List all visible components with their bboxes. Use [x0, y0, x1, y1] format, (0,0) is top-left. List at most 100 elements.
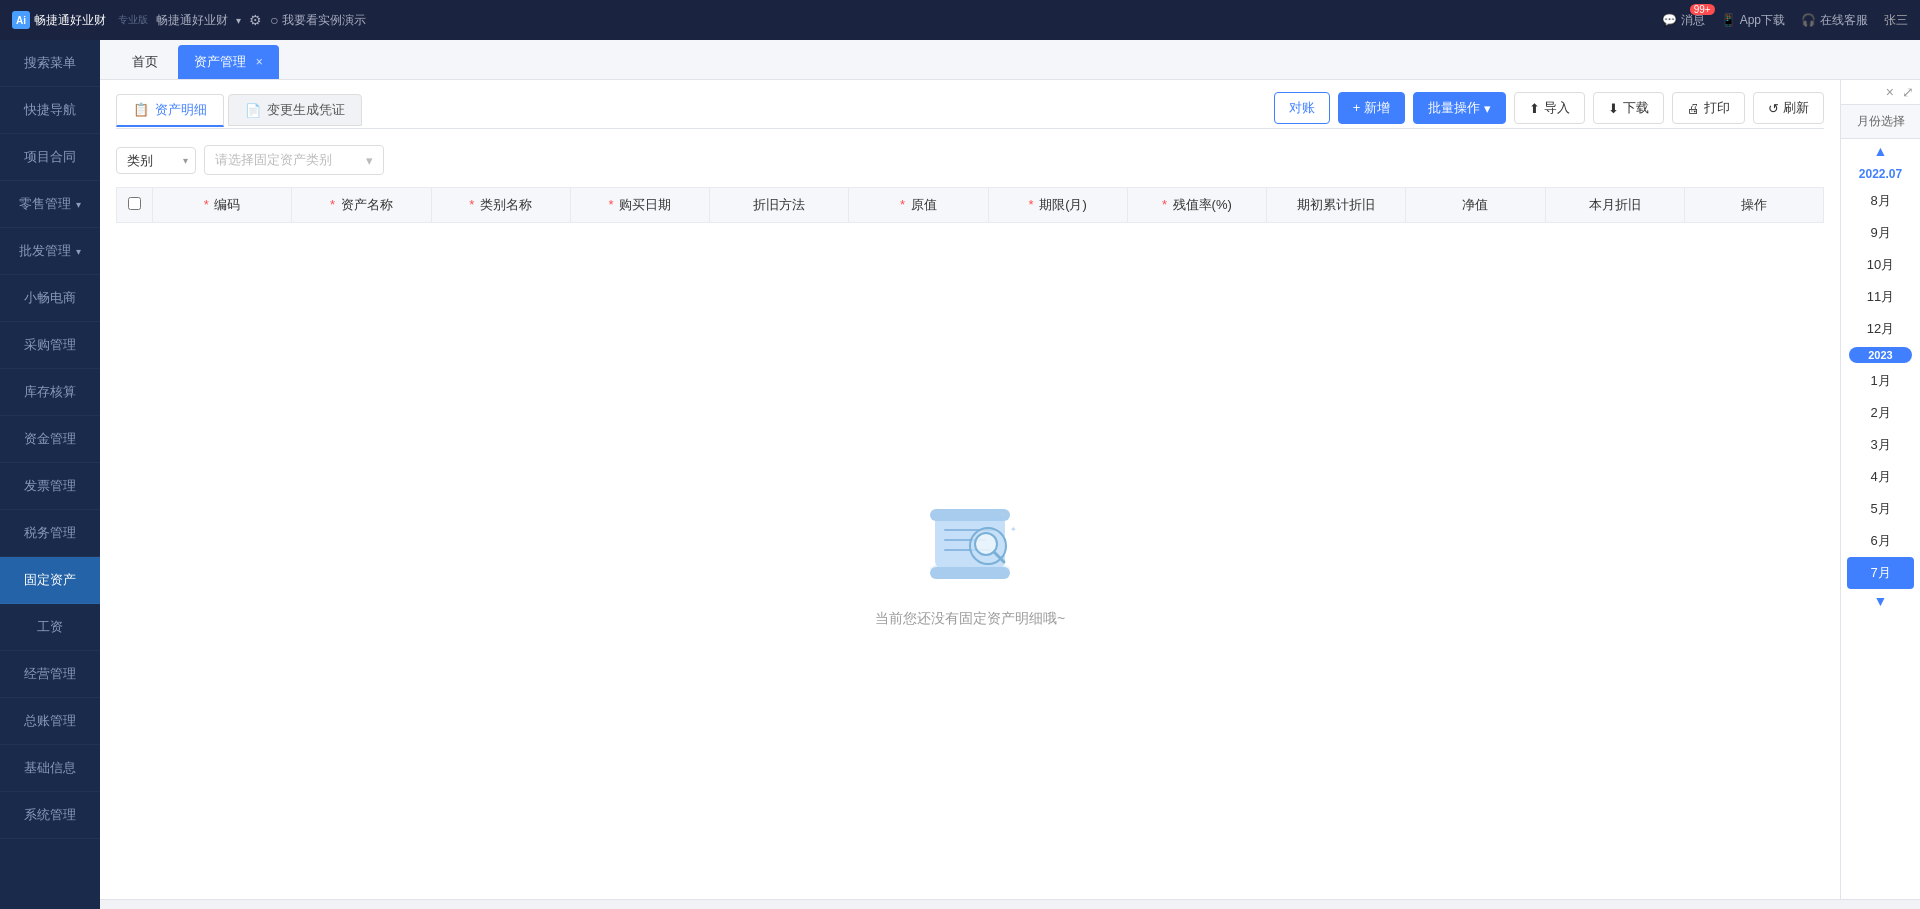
wholesale-arrow-icon: ▾ [76, 246, 81, 257]
month-item-6[interactable]: 6月 [1841, 525, 1920, 557]
top-bar: Ai 畅捷通好业财 专业版 畅捷通好业财 ▾ ⚙ ○ 我要看实例演示 💬 消息 … [0, 0, 1920, 40]
month-item-12[interactable]: 12月 [1841, 313, 1920, 345]
print-button[interactable]: 🖨 打印 [1672, 92, 1745, 124]
reconcile-button[interactable]: 对账 [1274, 92, 1330, 124]
table-scroll-wrap: * 编码 * 资产名称 * 类别名称 [116, 187, 1824, 223]
svg-rect-3 [930, 567, 1010, 579]
download-icon: ⬇ [1608, 101, 1619, 116]
sidebar-item-system[interactable]: 系统管理 [0, 792, 100, 839]
sidebar-item-tax[interactable]: 税务管理 [0, 510, 100, 557]
month-item-9[interactable]: 9月 [1841, 217, 1920, 249]
sidebar-item-quick-nav[interactable]: 快捷导航 [0, 87, 100, 134]
empty-message: 当前您还没有固定资产明细哦~ [875, 610, 1065, 628]
company-dropdown[interactable]: ▾ [236, 15, 241, 26]
demo-link[interactable]: ○ 我要看实例演示 [270, 12, 366, 29]
import-button[interactable]: ⬆ 导入 [1514, 92, 1585, 124]
select-all-checkbox[interactable] [128, 197, 141, 210]
category-input[interactable]: 请选择固定资产类别 ▾ [204, 145, 384, 175]
col-operation: 操作 [1684, 188, 1823, 223]
month-year-2023: 2023 [1849, 347, 1912, 363]
month-item-5[interactable]: 5月 [1841, 493, 1920, 525]
month-item-7[interactable]: 7月 [1847, 557, 1914, 589]
tab-close-icon[interactable]: × [256, 55, 263, 69]
sidebar-item-retail[interactable]: 零售管理 ▾ [0, 181, 100, 228]
tab-asset-management[interactable]: 资产管理 × [178, 45, 279, 79]
message-badge: 99+ [1690, 4, 1715, 15]
month-panel-close-icon[interactable]: × [1886, 84, 1894, 100]
month-year-label: 2022.07 [1841, 163, 1920, 185]
svg-text:✦: ✦ [998, 508, 1008, 522]
sub-tab-change-voucher[interactable]: 📄 变更生成凭证 [228, 94, 362, 126]
download-button[interactable]: ⬇ 下载 [1593, 92, 1664, 124]
print-icon: 🖨 [1687, 101, 1700, 116]
tab-home[interactable]: 首页 [116, 45, 174, 79]
month-item-2[interactable]: 2月 [1841, 397, 1920, 429]
month-panel-title: 月份选择 [1841, 105, 1920, 139]
retail-arrow-icon: ▾ [76, 199, 81, 210]
sidebar-item-invoice[interactable]: 发票管理 [0, 463, 100, 510]
message-btn[interactable]: 💬 消息 99+ [1662, 12, 1705, 29]
message-icon: 💬 [1662, 13, 1677, 27]
category-select[interactable]: 类别 [116, 147, 196, 174]
sidebar-item-search[interactable]: 搜索菜单 [0, 40, 100, 87]
mobile-icon: 📱 [1721, 13, 1736, 27]
month-item-3[interactable]: 3月 [1841, 429, 1920, 461]
bottom-scrollbar[interactable] [100, 899, 1920, 909]
month-panel-expand-icon[interactable]: ⤢ [1902, 84, 1914, 100]
toolbar: 对账 + 新增 批量操作 ▾ ⬆ 导入 [1274, 92, 1824, 124]
refresh-button[interactable]: ↺ 刷新 [1753, 92, 1824, 124]
content-area: 首页 资产管理 × 📋 资产明细 📄 变更生成凭证 [100, 40, 1920, 909]
sidebar-item-operations[interactable]: 经营管理 [0, 651, 100, 698]
main-layout: 搜索菜单 快捷导航 项目合同 零售管理 ▾ 批发管理 ▾ 小畅电商 采购管理 库… [0, 40, 1920, 909]
empty-illustration: ✦ ✦ [910, 494, 1030, 594]
settings-icon[interactable]: ⚙ [249, 12, 262, 28]
doc-icon: 📄 [245, 103, 261, 118]
sidebar-item-inventory[interactable]: 库存核算 [0, 369, 100, 416]
month-item-1[interactable]: 1月 [1841, 365, 1920, 397]
sub-tab-asset-detail[interactable]: 📋 资产明细 [116, 94, 224, 127]
col-monthly-depreciation: 本月折旧 [1545, 188, 1684, 223]
month-item-8[interactable]: 8月 [1841, 185, 1920, 217]
app-version: 专业版 [118, 14, 148, 26]
col-net-value: 净值 [1406, 188, 1545, 223]
month-item-4[interactable]: 4月 [1841, 461, 1920, 493]
app-name: 畅捷通好业财 [34, 12, 106, 29]
sidebar-item-purchase[interactable]: 采购管理 [0, 322, 100, 369]
month-nav-down[interactable]: ▼ [1841, 589, 1920, 613]
sidebar-item-fixed-assets[interactable]: 固定资产 [0, 557, 100, 604]
col-depreciation: 折旧方法 [710, 188, 849, 223]
batch-arrow-icon: ▾ [1484, 101, 1491, 116]
empty-state: ✦ ✦ 当前您还没有固定资产明细哦~ [116, 235, 1824, 887]
sidebar-item-ledger[interactable]: 总账管理 [0, 698, 100, 745]
user-info: 张三 [1884, 12, 1908, 29]
col-code: * 编码 [153, 188, 292, 223]
import-icon: ⬆ [1529, 101, 1540, 116]
svg-text:✦: ✦ [1010, 525, 1017, 534]
refresh-icon: ↺ [1768, 101, 1779, 116]
month-down-arrow-icon: ▼ [1874, 593, 1888, 609]
sidebar-item-wholesale[interactable]: 批发管理 ▾ [0, 228, 100, 275]
sidebar-item-salary[interactable]: 工资 [0, 604, 100, 651]
col-period: * 期限(月) [988, 188, 1127, 223]
month-item-11[interactable]: 11月 [1841, 281, 1920, 313]
sidebar-item-basic[interactable]: 基础信息 [0, 745, 100, 792]
list-icon: 📋 [133, 102, 149, 117]
add-button[interactable]: + 新增 [1338, 92, 1405, 124]
month-item-10[interactable]: 10月 [1841, 249, 1920, 281]
online-service-btn[interactable]: 🎧 在线客服 [1801, 12, 1868, 29]
month-nav-up[interactable]: ▲ [1841, 139, 1920, 163]
sidebar-item-ecommerce[interactable]: 小畅电商 [0, 275, 100, 322]
top-bar-left: Ai 畅捷通好业财 专业版 畅捷通好业财 ▾ ⚙ ○ 我要看实例演示 [12, 11, 1652, 29]
col-category: * 类别名称 [431, 188, 570, 223]
month-up-arrow-icon: ▲ [1874, 143, 1888, 159]
input-dropdown-icon: ▾ [366, 153, 373, 168]
sidebar-item-finance[interactable]: 资金管理 [0, 416, 100, 463]
col-residual-rate: * 残值率(%) [1127, 188, 1266, 223]
app-download-btn[interactable]: 📱 App下载 [1721, 12, 1785, 29]
top-bar-right: 💬 消息 99+ 📱 App下载 🎧 在线客服 张三 [1662, 12, 1908, 29]
batch-button[interactable]: 批量操作 ▾ [1413, 92, 1506, 124]
company-name: 畅捷通好业财 [156, 12, 228, 29]
app-brand: Ai 畅捷通好业财 [12, 11, 110, 29]
sidebar-item-project[interactable]: 项目合同 [0, 134, 100, 181]
page-content: 📋 资产明细 📄 变更生成凭证 对账 + 新增 [100, 80, 1920, 899]
